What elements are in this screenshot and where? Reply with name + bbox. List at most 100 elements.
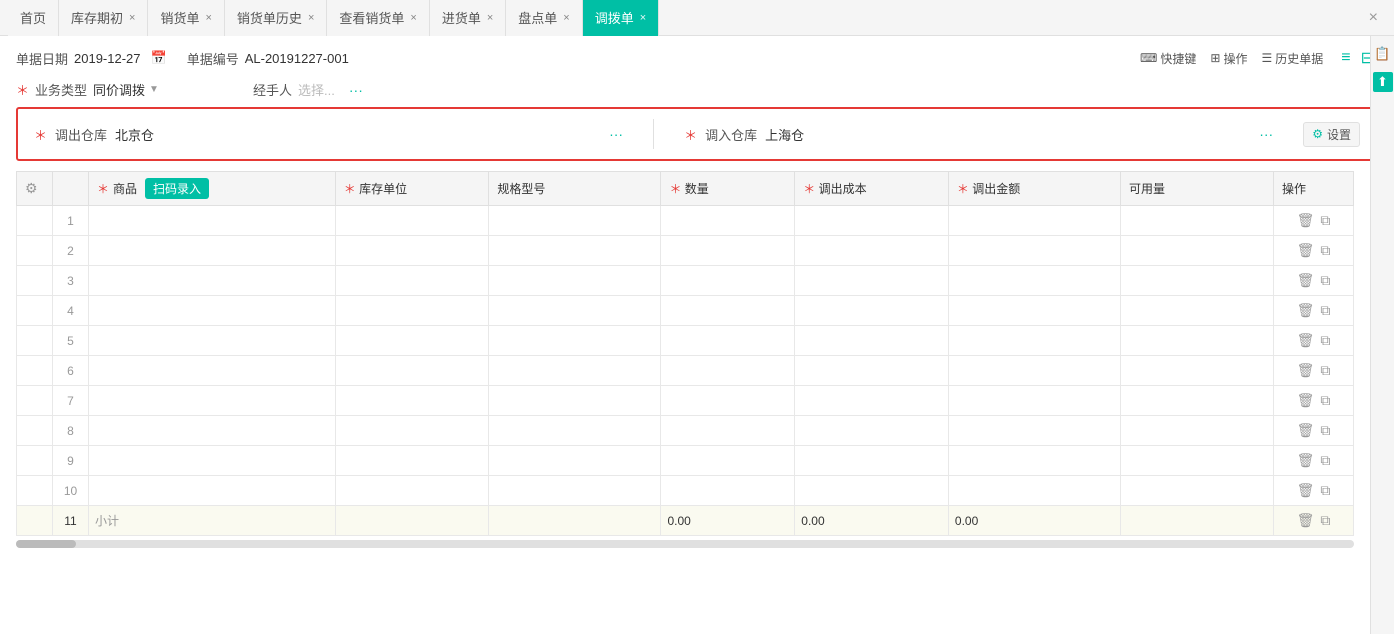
tab-sales-history-close[interactable]: × [308,12,314,24]
delete-row-icon[interactable]: 🗑 [1297,242,1315,259]
row-cost-cell[interactable] [795,416,949,446]
row-cost-cell[interactable] [795,356,949,386]
handler-more-icon[interactable]: ··· [349,82,363,98]
sidebar-notes-icon[interactable]: 📋 [1373,44,1393,64]
delete-row-icon[interactable]: 🗑 [1297,422,1315,439]
sidebar-expand-icon[interactable]: ⬆ [1373,72,1393,92]
tab-inventory-init-close[interactable]: × [129,12,135,24]
delete-row-icon[interactable]: 🗑 [1297,452,1315,469]
row-spec-cell[interactable] [489,476,661,506]
subtotal-delete-icon[interactable]: 🗑 [1297,512,1315,529]
delete-row-icon[interactable]: 🗑 [1297,332,1315,349]
copy-row-icon[interactable]: ⧉ [1320,452,1330,469]
row-qty-cell[interactable] [661,386,795,416]
tab-home[interactable]: 首页 [8,0,59,36]
row-unit-cell[interactable] [335,236,489,266]
tab-inventory-check-close[interactable]: × [563,12,569,24]
row-amount-cell[interactable] [948,266,1120,296]
tab-view-sales[interactable]: 查看销货单 × [327,0,429,36]
tab-inventory-init[interactable]: 库存期初 × [59,0,148,36]
delete-row-icon[interactable]: 🗑 [1297,482,1315,499]
row-cost-cell[interactable] [795,476,949,506]
scroll-thumb[interactable] [16,540,76,548]
row-unit-cell[interactable] [335,296,489,326]
row-spec-cell[interactable] [489,206,661,236]
row-cost-cell[interactable] [795,296,949,326]
row-product-cell[interactable] [89,356,336,386]
row-unit-cell[interactable] [335,266,489,296]
window-close-button[interactable]: × [1361,9,1386,27]
row-cost-cell[interactable] [795,266,949,296]
copy-row-icon[interactable]: ⧉ [1320,302,1330,319]
subtotal-copy-icon[interactable]: ⧉ [1320,512,1330,529]
row-qty-cell[interactable] [661,206,795,236]
copy-row-icon[interactable]: ⧉ [1320,422,1330,439]
row-qty-cell[interactable] [661,266,795,296]
tab-purchase-order[interactable]: 进货单 × [430,0,506,36]
row-spec-cell[interactable] [489,446,661,476]
row-unit-cell[interactable] [335,206,489,236]
row-amount-cell[interactable] [948,326,1120,356]
copy-row-icon[interactable]: ⧉ [1320,242,1330,259]
row-cost-cell[interactable] [795,446,949,476]
row-unit-cell[interactable] [335,386,489,416]
row-qty-cell[interactable] [661,326,795,356]
calendar-icon[interactable]: 📅 [151,50,167,66]
row-cost-cell[interactable] [795,236,949,266]
row-qty-cell[interactable] [661,236,795,266]
row-unit-cell[interactable] [335,356,489,386]
row-product-cell[interactable] [89,236,336,266]
settings-button[interactable]: ⚙ 设置 [1303,122,1360,147]
row-spec-cell[interactable] [489,266,661,296]
warehouse-out-more-icon[interactable]: ··· [609,126,623,142]
row-cost-cell[interactable] [795,326,949,356]
row-amount-cell[interactable] [948,356,1120,386]
copy-row-icon[interactable]: ⧉ [1320,272,1330,289]
row-cost-cell[interactable] [795,206,949,236]
row-spec-cell[interactable] [489,296,661,326]
row-product-cell[interactable] [89,476,336,506]
row-amount-cell[interactable] [948,476,1120,506]
tab-sales-order[interactable]: 销货单 × [148,0,224,36]
history-link[interactable]: ☰ 历史单据 [1261,50,1323,67]
delete-row-icon[interactable]: 🗑 [1297,362,1315,379]
row-cost-cell[interactable] [795,386,949,416]
row-amount-cell[interactable] [948,386,1120,416]
row-product-cell[interactable] [89,326,336,356]
copy-row-icon[interactable]: ⧉ [1320,392,1330,409]
delete-row-icon[interactable]: 🗑 [1297,392,1315,409]
warehouse-in-more-icon[interactable]: ··· [1259,126,1273,142]
delete-row-icon[interactable]: 🗑 [1297,272,1315,289]
row-product-cell[interactable] [89,266,336,296]
row-qty-cell[interactable] [661,296,795,326]
row-unit-cell[interactable] [335,476,489,506]
horizontal-scrollbar[interactable] [16,540,1354,548]
list-view-icon[interactable]: ≡ [1337,47,1354,69]
row-product-cell[interactable] [89,416,336,446]
shortcuts-link[interactable]: ⌨ 快捷键 [1140,50,1196,67]
copy-row-icon[interactable]: ⧉ [1320,212,1330,229]
row-product-cell[interactable] [89,206,336,236]
tab-inventory-check[interactable]: 盘点单 × [506,0,582,36]
row-amount-cell[interactable] [948,446,1120,476]
copy-row-icon[interactable]: ⧉ [1320,362,1330,379]
row-qty-cell[interactable] [661,356,795,386]
row-unit-cell[interactable] [335,446,489,476]
row-spec-cell[interactable] [489,386,661,416]
row-product-cell[interactable] [89,446,336,476]
row-spec-cell[interactable] [489,356,661,386]
row-product-cell[interactable] [89,386,336,416]
row-amount-cell[interactable] [948,416,1120,446]
row-spec-cell[interactable] [489,416,661,446]
tab-sales-history[interactable]: 销货单历史 × [225,0,327,36]
scan-button[interactable]: 扫码录入 [145,178,209,199]
row-qty-cell[interactable] [661,476,795,506]
copy-row-icon[interactable]: ⧉ [1320,332,1330,349]
row-spec-cell[interactable] [489,326,661,356]
row-unit-cell[interactable] [335,326,489,356]
operations-link[interactable]: ⊞ 操作 [1210,50,1247,67]
row-qty-cell[interactable] [661,416,795,446]
tab-transfer-order[interactable]: 调拨单 × [583,0,659,36]
business-type-select[interactable]: 同价调拨 ▼ [93,80,213,99]
row-product-cell[interactable] [89,296,336,326]
